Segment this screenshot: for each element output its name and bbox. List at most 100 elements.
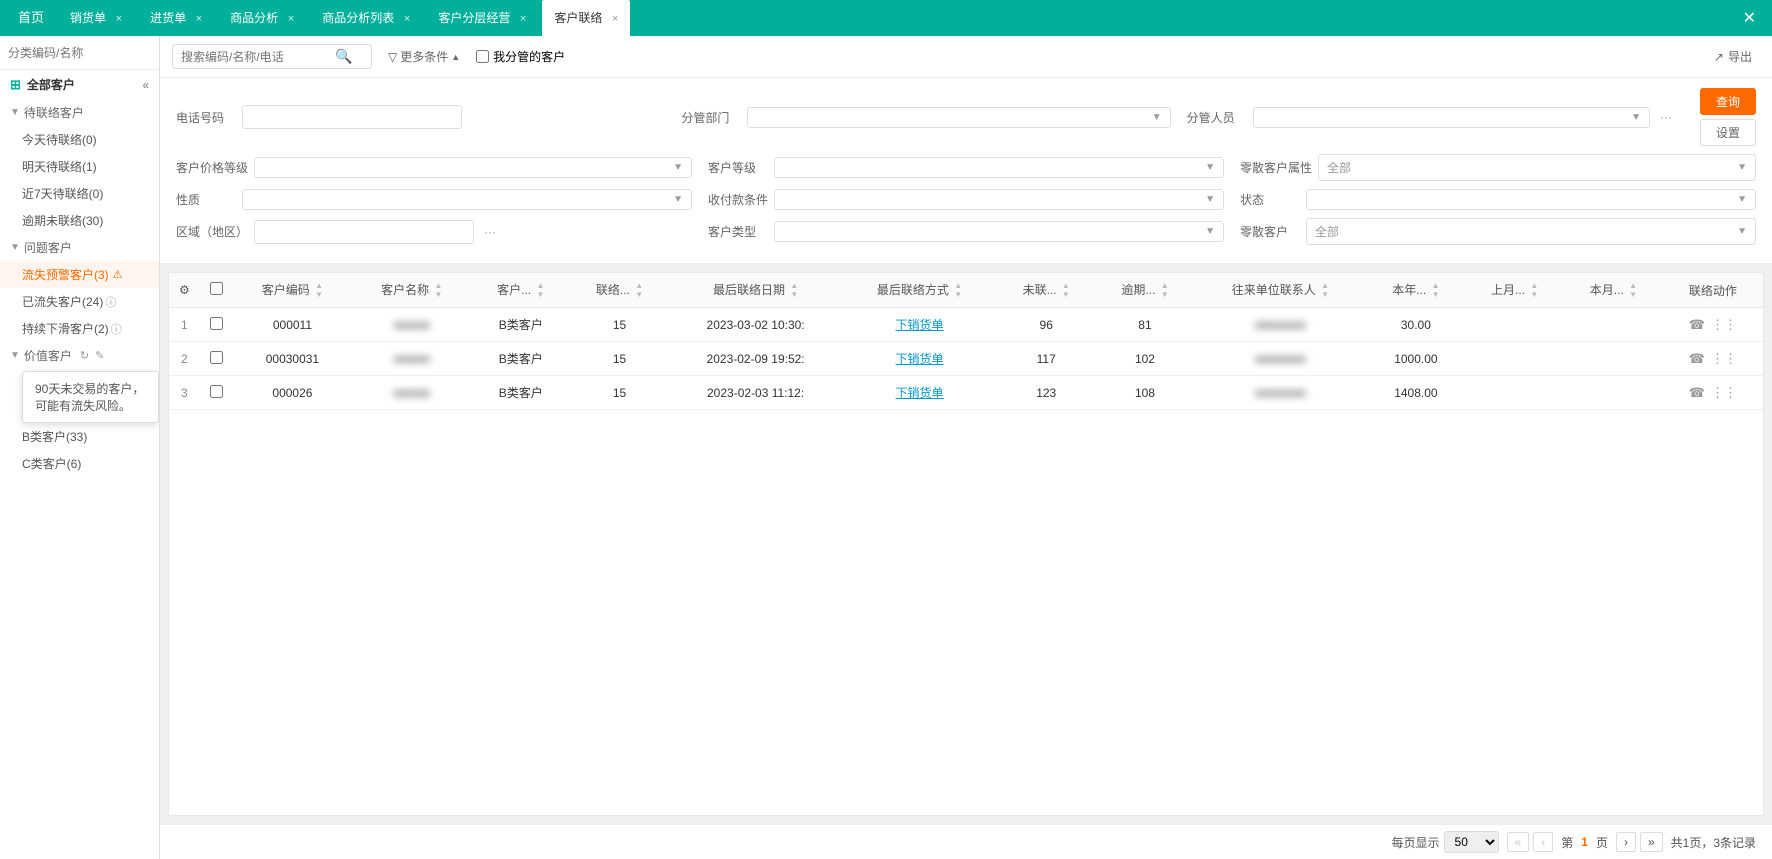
row-checkbox[interactable] [200,308,233,342]
th-settings[interactable]: ⚙ [169,273,200,308]
sidebar-item-churned[interactable]: 已流失客户(24) ⓘ [0,288,159,315]
th-no-contact[interactable]: 未联... ▲▼ [997,273,1096,308]
sidebar-item-declining[interactable]: 持续下滑客户(2) ⓘ [0,315,159,342]
tab-close-icon[interactable]: × [520,13,526,25]
filter-price-level-select[interactable]: ▼ [254,157,692,178]
prev-page-button[interactable]: ‹ [1533,832,1553,852]
tab-close-icon[interactable]: × [196,13,202,25]
sidebar-item-today-pending[interactable]: 今天待联络(0) [0,126,159,153]
tab-purchase-order[interactable]: 进货单 × [138,0,214,36]
per-page-select[interactable]: 50 100 200 [1444,831,1499,853]
action-more-icon[interactable]: ⋮⋮ [1711,351,1737,367]
window-close-button[interactable]: ✕ [1735,8,1764,28]
sidebar-item-class-b[interactable]: B类客户(33) [0,423,159,450]
row-last-method[interactable]: 下销货单 [842,342,997,376]
settings-button[interactable]: 设置 [1700,119,1756,146]
row-contact-count: 15 [570,308,669,342]
my-customers-checkbox[interactable]: 我分管的客户 [476,48,565,65]
tab-close-active-icon[interactable]: × [612,13,618,25]
page-label-prefix: 第 [1557,834,1577,851]
tab-product-analysis[interactable]: 商品分析 × [218,0,306,36]
content-area: 🔍 ▽ 更多条件 ▲ 我分管的客户 ↗ 导出 电话号码 [160,36,1772,859]
action-contact-icon[interactable]: ☎ [1689,385,1705,401]
th-checkbox[interactable] [200,273,233,308]
sidebar-search-input[interactable] [8,46,160,60]
th-last-month[interactable]: 上月... ▲▼ [1465,273,1564,308]
nav-home[interactable]: 首页 [8,0,54,36]
sort-icon-last-month: ▲▼ [1530,282,1538,299]
tab-close-icon[interactable]: × [404,13,410,25]
sidebar-group-pending[interactable]: ▼ 待联络客户 [0,99,159,126]
filter-phone-label: 电话号码 [176,109,236,126]
sidebar-group-problem[interactable]: ▼ 问题客户 [0,234,159,261]
th-last-contact-method[interactable]: 最后联络方式 ▲▼ [842,273,997,308]
tab-close-icon[interactable]: × [116,13,122,25]
th-overdue[interactable]: 逾期... ▲▼ [1096,273,1195,308]
filter-dots-1[interactable]: ··· [1656,110,1676,124]
filter-status-select[interactable]: ▼ [1306,189,1756,210]
last-page-button[interactable]: » [1640,832,1663,852]
row-this-year: 1408.00 [1367,376,1466,410]
th-contact[interactable]: 联络... ▲▼ [570,273,669,308]
filter-retail-customer-select[interactable]: 全部 ▼ [1306,218,1756,245]
sidebar-all-customers[interactable]: ⊞ 全部客户 « [0,70,159,99]
row-no-contact: 117 [997,342,1096,376]
row-last-date: 2023-03-02 10:30: [669,308,842,342]
th-code[interactable]: 客户编码 ▲▼ [233,273,352,308]
action-contact-icon[interactable]: ☎ [1689,351,1705,367]
sidebar-group-value[interactable]: ▼ 价值客户 ↻ ✎ [0,342,159,369]
filter-manager-select[interactable]: ▼ [1253,107,1650,128]
row-last-method[interactable]: 下销货单 [842,308,997,342]
toolbar-search-box[interactable]: 🔍 [172,44,372,69]
sidebar-item-tomorrow-pending[interactable]: 明天待联络(1) [0,153,159,180]
my-customers-check[interactable] [476,50,489,63]
tab-sales-order[interactable]: 销货单 × [58,0,134,36]
filter-retail-customer: 零散客户 全部 ▼ [1240,218,1756,245]
more-conditions-btn[interactable]: ▽ 更多条件 ▲ [380,45,468,68]
filter-region: 区域（地区） ··· [176,220,692,244]
row-last-date: 2023-02-03 11:12: [669,376,842,410]
query-button[interactable]: 查询 [1700,88,1756,115]
chevron-down-icon-3: ▼ [673,162,683,173]
tab-customer-contact[interactable]: 客户联络 × [542,0,630,36]
filter-dept-select[interactable]: ▼ [747,107,1170,128]
toolbar-search-input[interactable] [181,50,331,64]
filter-retail-attr-select[interactable]: 全部 ▼ [1318,154,1756,181]
th-customer-type[interactable]: 客户... ▲▼ [471,273,570,308]
th-last-contact-date[interactable]: 最后联络日期 ▲▼ [669,273,842,308]
row-last-method[interactable]: 下销货单 [842,376,997,410]
edit-icon[interactable]: ✎ [95,349,104,362]
th-this-month[interactable]: 本月... ▲▼ [1564,273,1663,308]
filter-dots-2[interactable]: ··· [480,225,500,239]
filter-customer-level-select[interactable]: ▼ [774,157,1224,178]
filter-region-input[interactable] [254,220,474,244]
filter-nature-select[interactable]: ▼ [242,189,692,210]
select-all-checkbox[interactable] [210,282,223,295]
sidebar-item-class-c[interactable]: C类客户(6) [0,450,159,477]
first-page-button[interactable]: « [1507,832,1530,852]
next-page-button[interactable]: › [1616,832,1636,852]
filter-customer-type-select[interactable]: ▼ [774,221,1224,242]
filter-payment-select[interactable]: ▼ [774,189,1224,210]
filter-phone-input[interactable] [242,105,462,129]
action-more-icon[interactable]: ⋮⋮ [1711,317,1737,333]
filter-customer-level: 客户等级 ▼ [708,157,1224,178]
row-checkbox[interactable] [200,376,233,410]
chevron-down-icon-9: ▼ [1205,226,1215,237]
sidebar-item-churn-warning[interactable]: 流失预警客户(3) ⚠ [0,261,159,288]
action-contact-icon[interactable]: ☎ [1689,317,1705,333]
refresh-icon[interactable]: ↻ [80,349,89,362]
action-more-icon[interactable]: ⋮⋮ [1711,385,1737,401]
sidebar-item-overdue-pending[interactable]: 逾期未联络(30) [0,207,159,234]
tab-product-analysis-list[interactable]: 商品分析列表 × [310,0,422,36]
sidebar-item-week-pending[interactable]: 近7天待联络(0) [0,180,159,207]
export-button[interactable]: ↗ 导出 [1706,45,1760,68]
tab-close-icon[interactable]: × [288,13,294,25]
th-name[interactable]: 客户名称 ▲▼ [352,273,471,308]
th-this-year[interactable]: 本年... ▲▼ [1367,273,1466,308]
sort-icon-type: ▲▼ [536,282,544,299]
th-contact-person[interactable]: 往来单位联系人 ▲▼ [1194,273,1366,308]
row-num: 2 [169,342,200,376]
row-checkbox[interactable] [200,342,233,376]
tab-customer-layered[interactable]: 客户分层经营 × [426,0,538,36]
